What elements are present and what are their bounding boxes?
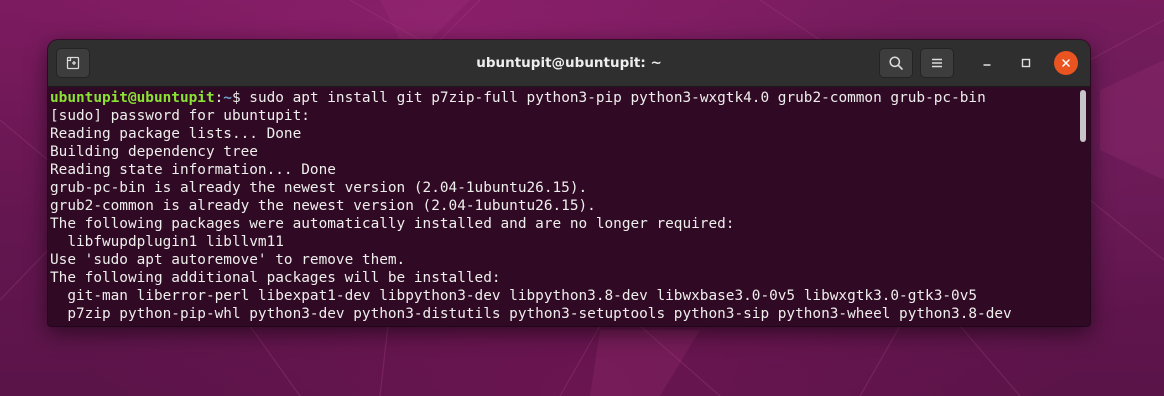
- minimize-icon: [983, 64, 991, 66]
- terminal-output[interactable]: ubuntupit@ubuntupit:~$ sudo apt install …: [48, 87, 1090, 326]
- terminal-lines: ubuntupit@ubuntupit:~$ sudo apt install …: [50, 89, 1075, 323]
- scrollbar-thumb[interactable]: [1080, 90, 1086, 142]
- output-line: The following additional packages will b…: [50, 270, 501, 286]
- output-line: libfwupdplugin1 libllvm11: [50, 234, 284, 250]
- search-icon: [889, 56, 903, 70]
- maximize-button[interactable]: [1014, 51, 1038, 75]
- menu-button[interactable]: [920, 48, 954, 78]
- headerbar: ubuntupit@ubuntupit: ~: [48, 40, 1090, 87]
- output-line: Use 'sudo apt autoremove' to remove them…: [50, 252, 406, 268]
- output-line: git-man liberror-perl libexpat1-dev libp…: [50, 288, 978, 304]
- output-line: grub-pc-bin is already the newest versio…: [50, 180, 588, 196]
- close-button[interactable]: [1054, 51, 1078, 75]
- close-icon: [1062, 59, 1070, 67]
- output-line: Reading package lists... Done: [50, 126, 302, 142]
- prompt-symbol: $: [231, 90, 250, 106]
- terminal-window: ubuntupit@ubuntupit: ~ ubuntupit@ubuntup…: [48, 40, 1090, 326]
- output-line: grub2-common is already the newest versi…: [50, 198, 596, 214]
- command-text: sudo apt install git p7zip-full python3-…: [249, 90, 986, 106]
- prompt-user: ubuntupit@ubuntupit: [50, 90, 215, 106]
- search-button[interactable]: [879, 48, 913, 78]
- command-line: ubuntupit@ubuntupit:~$ sudo apt install …: [50, 89, 1075, 107]
- maximize-icon: [1021, 58, 1031, 68]
- output-line: The following packages were automaticall…: [50, 216, 735, 232]
- new-tab-icon: [66, 56, 80, 70]
- scrollbar[interactable]: [1080, 90, 1086, 323]
- hamburger-menu-icon: [932, 58, 942, 68]
- prompt-path: ~: [223, 90, 232, 106]
- output-line: Reading state information... Done: [50, 162, 336, 178]
- new-tab-button[interactable]: [56, 48, 90, 78]
- output-line: Building dependency tree: [50, 144, 258, 160]
- minimize-button[interactable]: [975, 51, 999, 75]
- output-line: [sudo] password for ubuntupit:: [50, 108, 310, 124]
- prompt-separator: :: [214, 90, 224, 106]
- output-line: p7zip python-pip-whl python3-dev python3…: [50, 306, 1012, 322]
